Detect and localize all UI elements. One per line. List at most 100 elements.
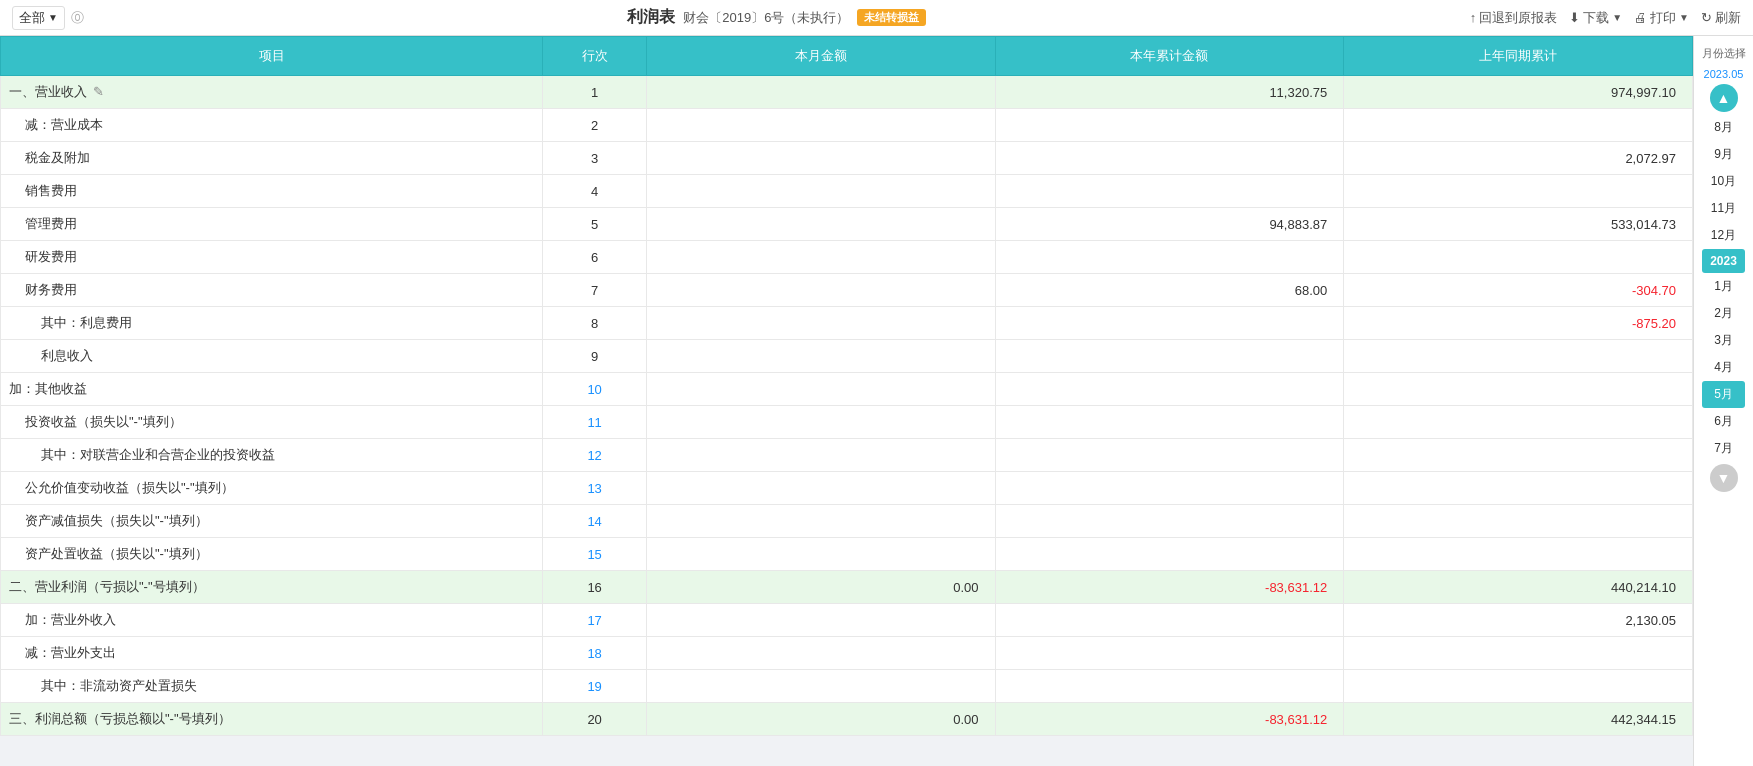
chevron-down-icon: ▼ (48, 12, 58, 23)
table-cell-rownum: 19 (543, 670, 646, 703)
refresh-button[interactable]: ↻ 刷新 (1701, 9, 1741, 27)
table-cell-item: 其中：利息费用 (1, 307, 543, 340)
table-cell-item: 一、营业收入✎ (1, 76, 543, 109)
table-cell-prev (1344, 109, 1693, 142)
table-cell-month (646, 505, 995, 538)
table-cell-year: -83,631.12 (995, 703, 1344, 736)
header-row: 行次 (543, 37, 646, 76)
header-item: 项目 (1, 37, 543, 76)
month-item[interactable]: 12月 (1702, 222, 1745, 249)
month-item[interactable]: 10月 (1702, 168, 1745, 195)
download-button[interactable]: ⬇ 下载 ▼ (1569, 9, 1622, 27)
table-cell-year (995, 604, 1344, 637)
month-item[interactable]: 2月 (1702, 300, 1745, 327)
table-cell-prev (1344, 670, 1693, 703)
table-cell-prev (1344, 439, 1693, 472)
table-cell-item: 加：其他收益 (1, 373, 543, 406)
table-cell-prev: 974,997.10 (1344, 76, 1693, 109)
table-cell-item: 税金及附加 (1, 142, 543, 175)
status-badge: 未结转损益 (857, 9, 926, 26)
month-item[interactable]: 11月 (1702, 195, 1745, 222)
table-cell-month (646, 604, 995, 637)
table-cell-rownum: 13 (543, 472, 646, 505)
table-cell-rownum: 5 (543, 208, 646, 241)
help-icon[interactable]: ⓪ (71, 9, 84, 27)
header-prev: 上年同期累计 (1344, 37, 1693, 76)
table-cell-prev: 440,214.10 (1344, 571, 1693, 604)
scroll-down-btn[interactable]: ▼ (1710, 464, 1738, 492)
table-cell-item: 利息收入 (1, 340, 543, 373)
table-area: 项目 行次 本月金额 本年累计金额 上年同期累计 一、营业收入✎111,320.… (0, 36, 1693, 766)
table-cell-item: 财务费用 (1, 274, 543, 307)
all-selector[interactable]: 全部 ▼ (12, 6, 65, 30)
month-selector-title: 月份选择 (1700, 40, 1748, 66)
table-cell-item: 资产减值损失（损失以"-"填列） (1, 505, 543, 538)
table-cell-item: 资产处置收益（损失以"-"填列） (1, 538, 543, 571)
table-cell-prev: -875.20 (1344, 307, 1693, 340)
table-cell-prev (1344, 505, 1693, 538)
table-cell-year (995, 472, 1344, 505)
table-cell-year (995, 109, 1344, 142)
month-item[interactable]: 6月 (1702, 408, 1745, 435)
table-cell-year (995, 670, 1344, 703)
month-item[interactable]: 3月 (1702, 327, 1745, 354)
table-cell-month (646, 439, 995, 472)
table-cell-rownum: 2 (543, 109, 646, 142)
table-cell-month (646, 340, 995, 373)
month-item[interactable]: 8月 (1702, 114, 1745, 141)
table-cell-prev (1344, 472, 1693, 505)
table-cell-year (995, 142, 1344, 175)
table-cell-item: 加：营业外收入 (1, 604, 543, 637)
table-cell-item: 研发费用 (1, 241, 543, 274)
edit-icon[interactable]: ✎ (93, 84, 104, 99)
month-item[interactable]: 5月 (1702, 381, 1745, 408)
table-cell-month (646, 175, 995, 208)
month-item[interactable]: 4月 (1702, 354, 1745, 381)
table-cell-rownum: 9 (543, 340, 646, 373)
table-cell-year (995, 373, 1344, 406)
table-cell-month (646, 208, 995, 241)
table-cell-rownum: 14 (543, 505, 646, 538)
table-cell-rownum: 8 (543, 307, 646, 340)
table-cell-month (646, 406, 995, 439)
table-cell-year (995, 505, 1344, 538)
table-cell-prev (1344, 538, 1693, 571)
download-icon: ⬇ (1569, 10, 1580, 25)
table-cell-month (646, 670, 995, 703)
table-cell-year: 11,320.75 (995, 76, 1344, 109)
table-cell-month: 0.00 (646, 703, 995, 736)
table-cell-prev (1344, 637, 1693, 670)
table-cell-prev (1344, 406, 1693, 439)
side-panel: 月份选择 2023.05 ▲ 8月9月10月11月12月20231月2月3月4月… (1693, 36, 1753, 766)
table-cell-month (646, 274, 995, 307)
top-bar: 全部 ▼ ⓪ 利润表 财会〔2019〕6号（未执行） 未结转损益 ↑ 回退到原报… (0, 0, 1753, 36)
table-cell-prev (1344, 340, 1693, 373)
table-cell-item: 二、营业利润（亏损以"-"号填列） (1, 571, 543, 604)
table-cell-year (995, 307, 1344, 340)
table-cell-rownum: 15 (543, 538, 646, 571)
month-item[interactable]: 9月 (1702, 141, 1745, 168)
table-cell-prev (1344, 241, 1693, 274)
table-cell-year (995, 439, 1344, 472)
all-label: 全部 (19, 9, 45, 27)
back-icon: ↑ (1470, 10, 1477, 25)
table-cell-prev: 533,014.73 (1344, 208, 1693, 241)
table-cell-item: 其中：对联营企业和合营企业的投资收益 (1, 439, 543, 472)
scroll-up-btn[interactable]: ▲ (1710, 84, 1738, 112)
month-item[interactable]: 7月 (1702, 435, 1745, 462)
print-button[interactable]: 🖨 打印 ▼ (1634, 9, 1689, 27)
table-cell-rownum: 16 (543, 571, 646, 604)
table-cell-rownum: 7 (543, 274, 646, 307)
table-cell-month (646, 307, 995, 340)
table-cell-item: 投资收益（损失以"-"填列） (1, 406, 543, 439)
table-cell-item: 管理费用 (1, 208, 543, 241)
table-cell-rownum: 17 (543, 604, 646, 637)
back-button[interactable]: ↑ 回退到原报表 (1470, 9, 1558, 27)
table-cell-year (995, 406, 1344, 439)
table-cell-item: 减：营业成本 (1, 109, 543, 142)
table-cell-prev (1344, 175, 1693, 208)
month-item[interactable]: 1月 (1702, 273, 1745, 300)
month-item[interactable]: 2023 (1702, 249, 1745, 273)
table-cell-rownum: 1 (543, 76, 646, 109)
report-subtitle: 财会〔2019〕6号（未执行） (683, 9, 849, 27)
